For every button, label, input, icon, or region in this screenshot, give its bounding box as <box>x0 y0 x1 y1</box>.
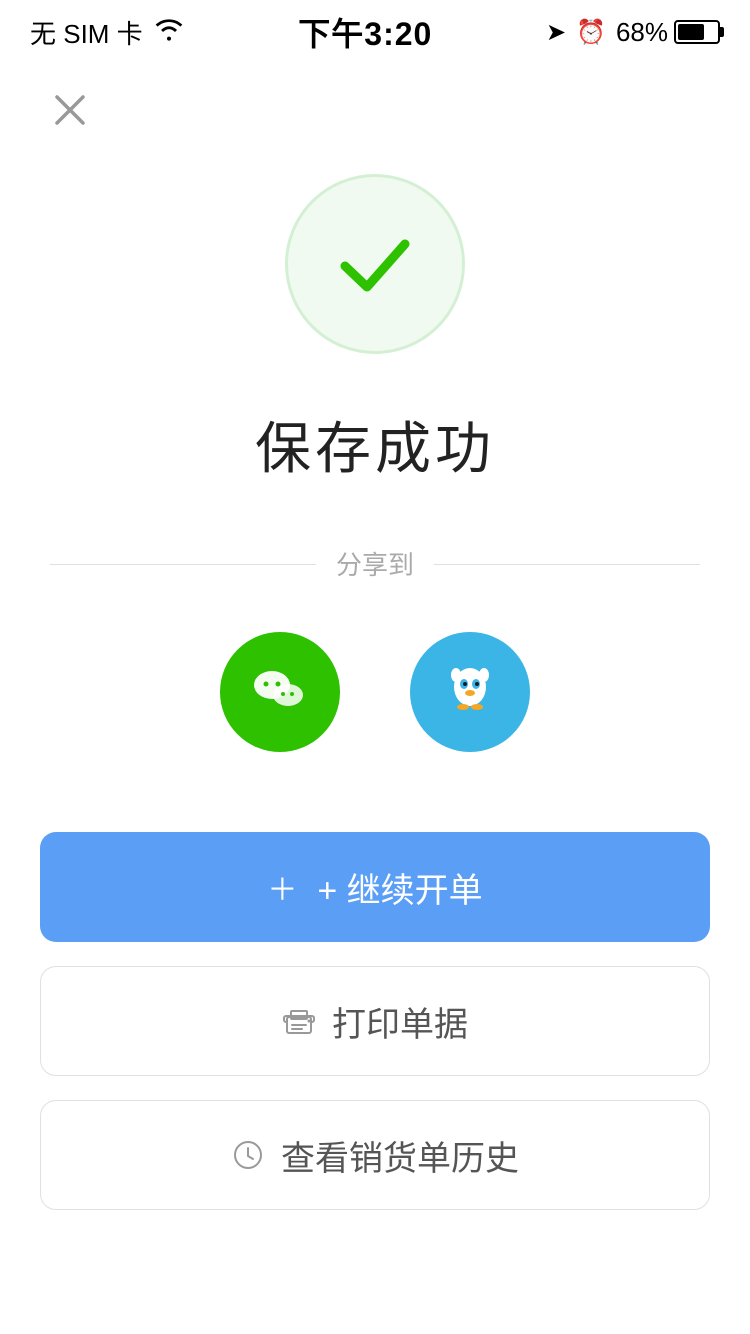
qq-share-button[interactable] <box>410 632 530 752</box>
clock-icon <box>231 1138 265 1172</box>
status-left: 无 SIM 卡 <box>30 14 185 51</box>
action-buttons: ＋ + 继续开单 打印单据 <box>0 832 750 1210</box>
status-right: ➤ ⏰ 68% <box>546 17 720 48</box>
qq-icon <box>435 657 505 727</box>
battery-percent: 68% <box>616 17 668 48</box>
plus-icon: ＋ <box>267 865 297 909</box>
wechat-icon <box>245 657 315 727</box>
carrier-text: 无 SIM 卡 <box>30 14 143 51</box>
printer-icon <box>282 1004 316 1038</box>
continue-button[interactable]: ＋ + 继续开单 <box>40 832 710 942</box>
alarm-icon: ⏰ <box>576 18 606 47</box>
share-icons <box>0 632 750 752</box>
battery-fill <box>678 24 704 40</box>
wifi-icon <box>153 17 185 48</box>
print-label: 打印单据 <box>332 997 468 1046</box>
wechat-share-button[interactable] <box>220 632 340 752</box>
location-icon: ➤ <box>546 18 566 47</box>
success-icon-circle <box>285 174 465 354</box>
checkmark-icon <box>330 219 420 309</box>
close-button[interactable] <box>40 80 100 140</box>
history-button[interactable]: 查看销货单历史 <box>40 1100 710 1210</box>
main-content: 保存成功 分享到 <box>0 64 750 1210</box>
share-divider: 分享到 <box>0 545 750 582</box>
time-display: 下午3:20 <box>298 9 432 55</box>
share-section: 分享到 <box>0 545 750 752</box>
success-title: 保存成功 <box>255 404 495 485</box>
status-bar: 无 SIM 卡 下午3:20 ➤ ⏰ 68% <box>0 0 750 64</box>
battery-icon <box>674 20 720 44</box>
history-label: 查看销货单历史 <box>281 1131 519 1180</box>
print-button[interactable]: 打印单据 <box>40 966 710 1076</box>
continue-label: + 继续开单 <box>317 863 482 912</box>
battery-indicator: 68% <box>616 17 720 48</box>
share-label: 分享到 <box>316 545 434 582</box>
